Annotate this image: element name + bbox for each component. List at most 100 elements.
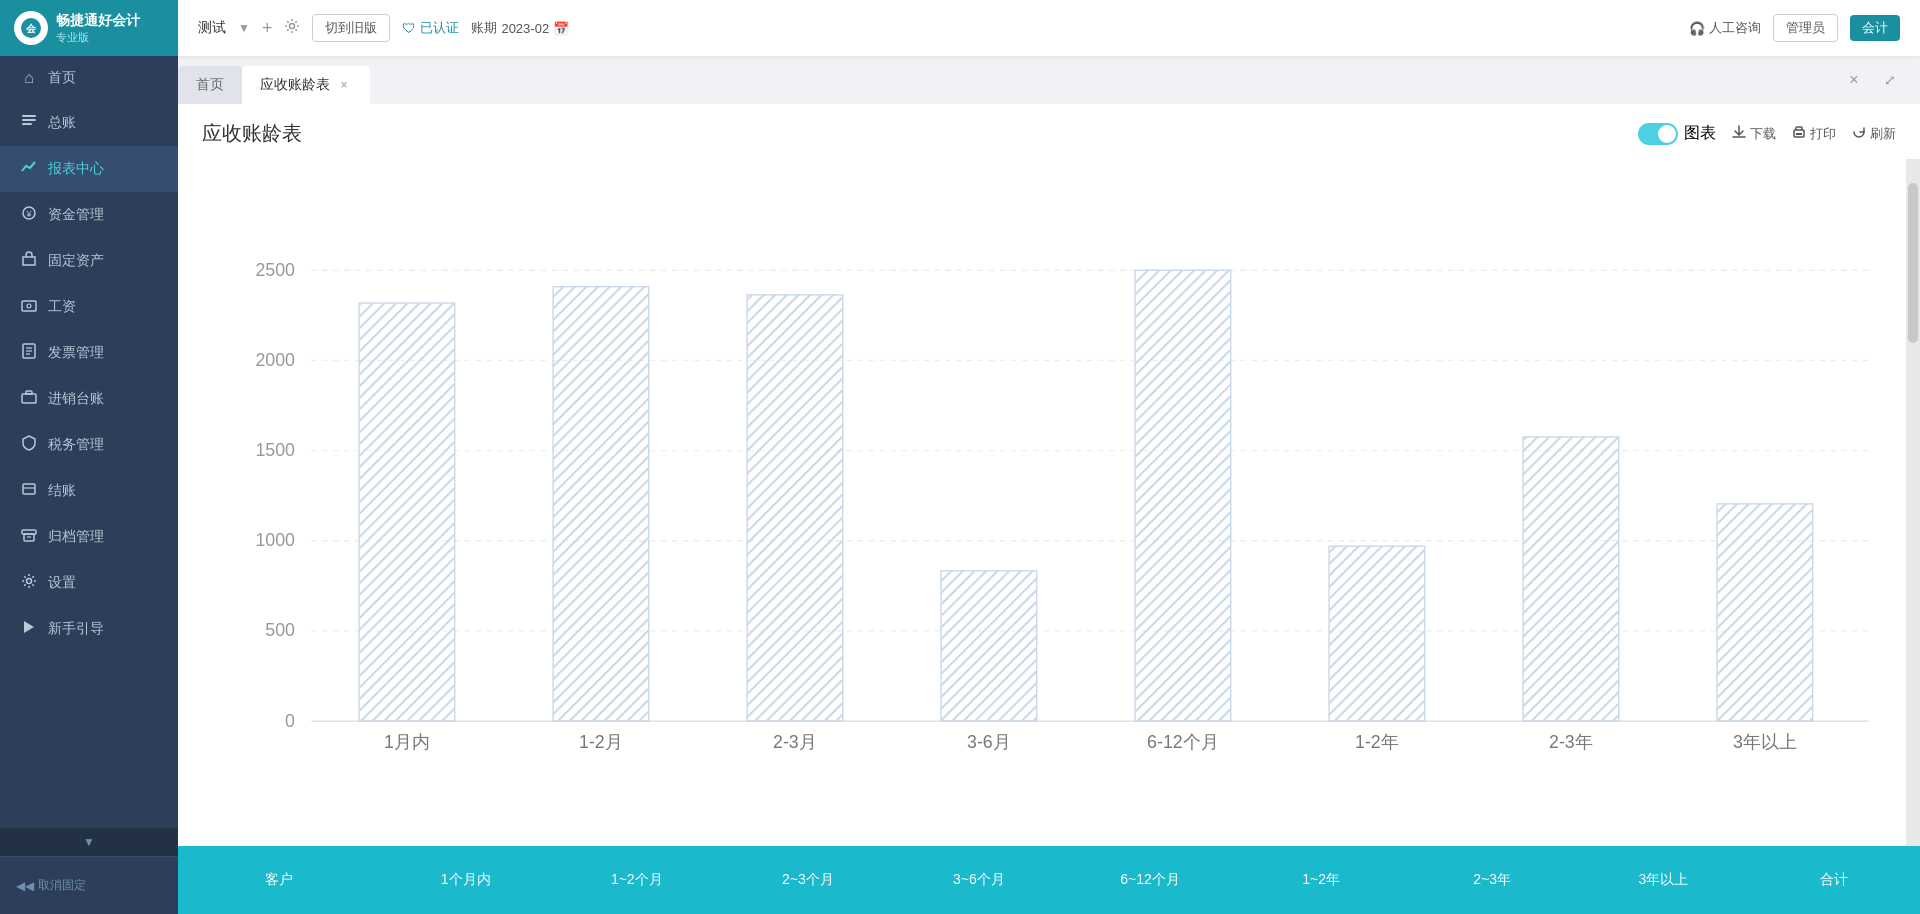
sidebar-item-invoices[interactable]: 发票管理: [0, 330, 178, 376]
page-header: 应收账龄表 图表 下载 打: [178, 104, 1920, 159]
svg-point-9: [27, 304, 31, 308]
reports-icon: [20, 159, 38, 179]
tax-icon: [20, 435, 38, 455]
topbar: 测试 ▼ + 切到旧版 🛡 已认证 账期 2023-02 📅 🎧 人工咨询 管理…: [178, 0, 1920, 56]
archive-icon: [20, 527, 38, 547]
sidebar-item-home[interactable]: ⌂ 首页: [0, 56, 178, 100]
chart-toggle[interactable]: 图表: [1638, 123, 1716, 145]
sidebar-item-label: 首页: [48, 69, 76, 87]
sidebar-item-label: 固定资产: [48, 252, 104, 270]
home-icon: ⌂: [20, 69, 38, 87]
svg-text:3年以上: 3年以上: [1733, 732, 1797, 752]
period-info: 账期 2023-02 📅: [471, 19, 569, 37]
svg-rect-2: [22, 115, 36, 117]
svg-text:2-3年: 2-3年: [1549, 732, 1593, 752]
sidebar: 会 畅捷通好会计 专业版 ⌂ 首页 总账 报表中心: [0, 0, 178, 914]
invoices-icon: [20, 343, 38, 363]
wages-icon: [20, 297, 38, 317]
svg-rect-8: [22, 301, 36, 311]
sidebar-bottom: ◀◀ 取消固定: [0, 856, 178, 914]
col-1-2year: 1~2年: [1236, 871, 1407, 889]
svg-text:¥: ¥: [25, 209, 32, 219]
svg-text:2000: 2000: [255, 350, 295, 370]
sidebar-item-assets[interactable]: 固定资产: [0, 238, 178, 284]
sidebar-item-wages[interactable]: 工资: [0, 284, 178, 330]
download-btn[interactable]: 下载: [1732, 125, 1776, 143]
project-dropdown-icon[interactable]: ▼: [238, 21, 250, 35]
old-version-btn[interactable]: 切到旧版: [312, 14, 390, 42]
svg-marker-22: [24, 621, 34, 633]
tabs-right-area: × ⤢: [1840, 66, 1920, 94]
bar-6-12-month: [1135, 270, 1231, 721]
refresh-btn[interactable]: 刷新: [1852, 125, 1896, 143]
role-btn[interactable]: 会计: [1850, 15, 1900, 41]
col-total: 合计: [1749, 871, 1920, 889]
svg-text:1月内: 1月内: [384, 732, 430, 752]
headset-icon: 🎧: [1689, 21, 1705, 36]
sidebar-scroll-down-btn[interactable]: ▼: [83, 835, 95, 849]
sidebar-item-label: 报表中心: [48, 160, 104, 178]
svg-rect-15: [26, 391, 32, 394]
cancel-fixed-btn[interactable]: ◀◀ 取消固定: [0, 867, 178, 904]
sidebar-item-tax[interactable]: 税务管理: [0, 422, 178, 468]
svg-point-21: [27, 579, 32, 584]
toggle-track[interactable]: [1638, 123, 1678, 145]
sidebar-item-label: 归档管理: [48, 528, 104, 546]
bar-3-plus-year: [1717, 504, 1813, 721]
tab-home[interactable]: 首页: [178, 66, 242, 104]
sidebar-item-close[interactable]: 结账: [0, 468, 178, 514]
calendar-icon[interactable]: 📅: [553, 21, 569, 36]
svg-rect-14: [22, 394, 36, 403]
project-name: 测试: [198, 19, 226, 37]
tab-aging-label: 应收账龄表: [260, 76, 330, 94]
main-content: 首页 应收账龄表 × × ⤢ 应收账龄表 图表: [178, 56, 1920, 914]
add-project-btn[interactable]: +: [262, 18, 273, 39]
sidebar-item-archive[interactable]: 归档管理: [0, 514, 178, 560]
sidebar-item-settings[interactable]: 设置: [0, 560, 178, 606]
svg-rect-26: [1796, 133, 1802, 135]
verified-badge: 🛡 已认证: [402, 19, 459, 37]
col-2-3year: 2~3年: [1407, 871, 1578, 889]
page-title: 应收账龄表: [202, 120, 302, 147]
user-btn[interactable]: 管理员: [1773, 14, 1838, 42]
sidebar-item-reports[interactable]: 报表中心: [0, 146, 178, 192]
chart-area: 0 500 1000 1500 2000 2500: [178, 159, 1920, 846]
close-books-icon: [20, 481, 38, 501]
table-header-row: 客户 1个月内 1~2个月 2~3个月 3~6个月 6~12个月 1~2年 2~…: [178, 846, 1920, 914]
consult-btn[interactable]: 🎧 人工咨询: [1689, 19, 1761, 37]
window-close-btn[interactable]: ×: [1840, 66, 1868, 94]
sidebar-item-funds[interactable]: ¥ 资金管理: [0, 192, 178, 238]
sidebar-item-label: 总账: [48, 114, 76, 132]
col-6-12month: 6~12个月: [1065, 871, 1236, 889]
settings-btn[interactable]: [284, 18, 300, 38]
svg-rect-4: [22, 123, 32, 125]
svg-rect-7: [23, 257, 35, 265]
tab-aging[interactable]: 应收账龄表 ×: [242, 66, 370, 104]
col-3-6month: 3~6个月: [893, 871, 1064, 889]
svg-text:会: 会: [25, 23, 37, 34]
svg-text:6-12个月: 6-12个月: [1147, 732, 1219, 752]
window-expand-btn[interactable]: ⤢: [1876, 66, 1904, 94]
print-btn[interactable]: 打印: [1792, 125, 1836, 143]
bar-2-3-month: [747, 295, 843, 721]
bar-chart: 0 500 1000 1500 2000 2500: [202, 167, 1896, 838]
tab-close-btn[interactable]: ×: [336, 77, 352, 93]
svg-rect-16: [23, 484, 35, 494]
sidebar-item-stock[interactable]: 进销台账: [0, 376, 178, 422]
sidebar-item-guide[interactable]: 新手引导: [0, 606, 178, 652]
tab-home-label: 首页: [196, 76, 224, 94]
sidebar-item-ledger[interactable]: 总账: [0, 100, 178, 146]
funds-icon: ¥: [20, 205, 38, 225]
svg-text:500: 500: [265, 620, 295, 640]
svg-text:0: 0: [285, 711, 295, 731]
scrollbar[interactable]: [1906, 159, 1920, 846]
svg-rect-3: [22, 119, 36, 121]
settings-icon: [20, 573, 38, 593]
print-icon: [1792, 125, 1806, 142]
unpin-icon: ◀◀: [16, 879, 34, 893]
sidebar-item-label: 发票管理: [48, 344, 104, 362]
ledger-icon: [20, 113, 38, 133]
col-3plus-year: 3年以上: [1578, 871, 1749, 889]
col-1-2month: 1~2个月: [551, 871, 722, 889]
toggle-thumb: [1658, 125, 1676, 143]
